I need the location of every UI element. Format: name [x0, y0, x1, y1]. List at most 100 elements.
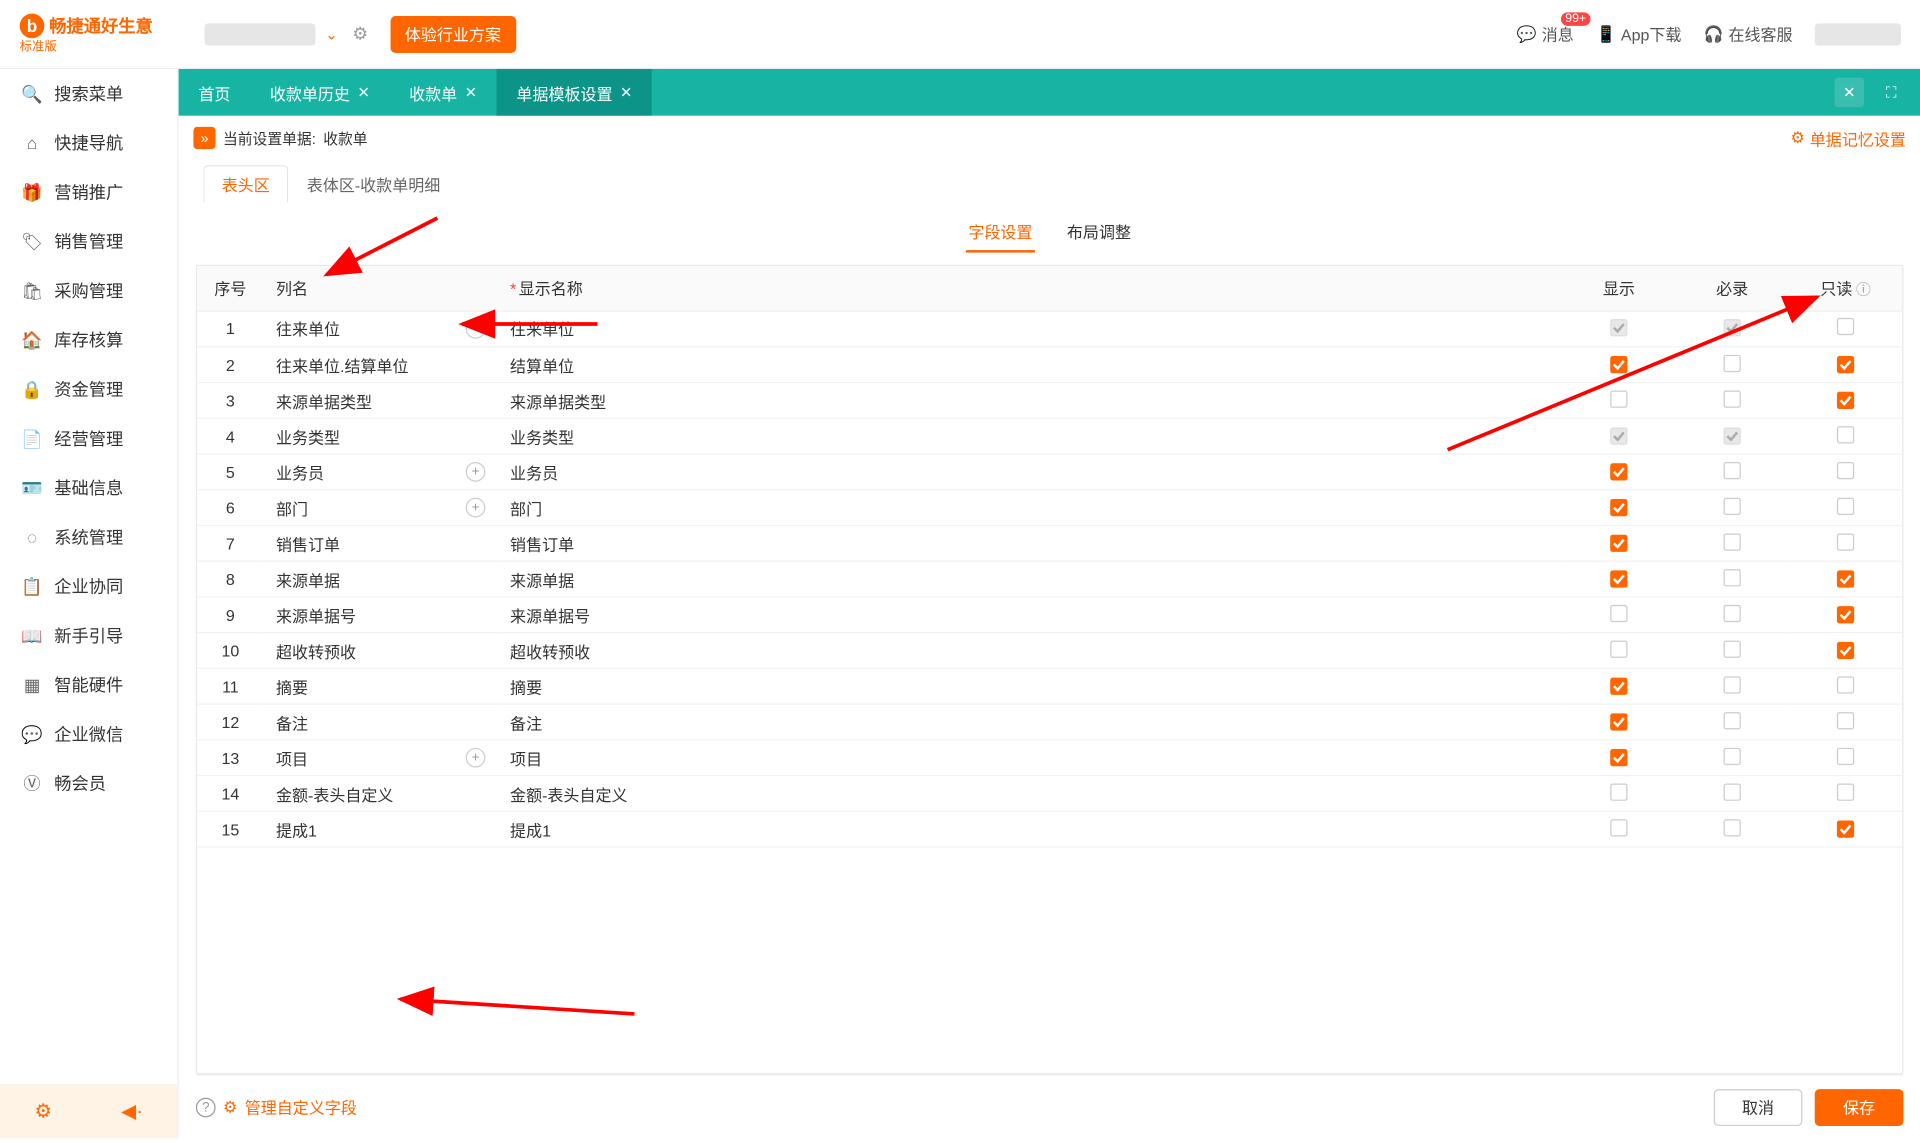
sidebar-item-11[interactable]: 📖新手引导 — [0, 611, 177, 660]
checkbox[interactable] — [1610, 783, 1627, 800]
checkbox[interactable] — [1724, 390, 1741, 407]
checkbox[interactable] — [1724, 354, 1741, 371]
manage-custom-fields-link[interactable]: 管理自定义字段 — [245, 1095, 357, 1118]
close-icon[interactable]: ✕ — [620, 84, 632, 101]
user-name-redacted[interactable] — [1815, 23, 1901, 45]
close-all-tabs-icon[interactable]: ✕ — [1834, 78, 1864, 108]
sidebar-item-4[interactable]: 🛍采购管理 — [0, 266, 177, 315]
checkbox[interactable] — [1610, 534, 1627, 551]
sidebar-item-6[interactable]: 🔒资金管理 — [0, 365, 177, 414]
sidebar-item-5[interactable]: 🏠库存核算 — [0, 315, 177, 364]
cell-display-name[interactable]: 业务员 — [498, 454, 1562, 490]
cell-display-name[interactable]: 来源单据号 — [498, 597, 1562, 633]
add-icon[interactable]: + — [466, 498, 486, 518]
sidebar-item-12[interactable]: ▦智能硬件 — [0, 660, 177, 709]
checkbox[interactable] — [1724, 640, 1741, 657]
checkbox[interactable] — [1724, 783, 1741, 800]
checkbox[interactable] — [1837, 570, 1854, 587]
checkbox[interactable] — [1837, 497, 1854, 514]
sidebar-item-2[interactable]: 🎁营销推广 — [0, 168, 177, 217]
add-icon[interactable]: + — [466, 748, 486, 768]
messages-link[interactable]: 💬 消息 99+ — [1517, 22, 1574, 45]
checkbox[interactable] — [1837, 676, 1854, 693]
sidebar-item-0[interactable]: 🔍搜索菜单 — [0, 69, 177, 118]
checkbox[interactable] — [1724, 819, 1741, 836]
checkbox[interactable] — [1724, 676, 1741, 693]
checkbox[interactable] — [1610, 677, 1627, 694]
sidebar-item-9[interactable]: ◌系统管理 — [0, 513, 177, 562]
cell-display-name[interactable]: 金额-表头自定义 — [498, 776, 1562, 812]
sidebar-item-14[interactable]: Ⓥ畅会员 — [0, 759, 177, 808]
app-download-link[interactable]: 📱 App下载 — [1596, 22, 1681, 45]
checkbox[interactable] — [1837, 783, 1854, 800]
add-icon[interactable]: + — [466, 319, 486, 339]
checkbox[interactable] — [1837, 318, 1854, 335]
memory-settings-link[interactable]: ⚙ 单据记忆设置 — [1791, 126, 1906, 149]
sidebar-item-13[interactable]: 💬企业微信 — [0, 710, 177, 759]
checkbox[interactable] — [1837, 355, 1854, 372]
help-icon[interactable]: ? — [196, 1097, 216, 1117]
help-icon[interactable]: ⓘ — [1856, 281, 1871, 298]
account-selector[interactable]: ⌄ — [205, 23, 338, 45]
collapse-icon[interactable]: ◀· — [121, 1099, 143, 1124]
close-icon[interactable]: ✕ — [465, 84, 477, 101]
checkbox[interactable] — [1610, 640, 1627, 657]
checkbox[interactable] — [1837, 711, 1854, 728]
checkbox[interactable] — [1837, 606, 1854, 623]
checkbox[interactable] — [1610, 570, 1627, 587]
checkbox[interactable] — [1837, 820, 1854, 837]
checkbox[interactable] — [1610, 604, 1627, 621]
sidebar-item-10[interactable]: 📋企业协同 — [0, 562, 177, 611]
area-tab-1[interactable]: 表体区-收款单明细 — [288, 165, 458, 202]
try-plan-button[interactable]: 体验行业方案 — [390, 15, 516, 52]
checkbox[interactable] — [1724, 497, 1741, 514]
cell-display-name[interactable]: 业务类型 — [498, 418, 1562, 454]
checkbox[interactable] — [1724, 533, 1741, 550]
cell-display-name[interactable]: 结算单位 — [498, 347, 1562, 383]
sub-tab-1[interactable]: 布局调整 — [1064, 212, 1133, 253]
checkbox[interactable] — [1724, 747, 1741, 764]
sub-tab-0[interactable]: 字段设置 — [966, 212, 1035, 253]
tab-0[interactable]: 首页 — [179, 69, 250, 116]
checkbox[interactable] — [1610, 463, 1627, 480]
checkbox[interactable] — [1837, 533, 1854, 550]
cell-display-name[interactable]: 备注 — [498, 704, 1562, 740]
expand-panel-icon[interactable]: » — [193, 127, 215, 149]
tab-1[interactable]: 收款单历史✕ — [250, 69, 389, 116]
cell-display-name[interactable]: 提成1 — [498, 811, 1562, 847]
cell-display-name[interactable]: 往来单位 — [498, 311, 1562, 347]
sidebar-item-3[interactable]: 🏷销售管理 — [0, 217, 177, 266]
checkbox[interactable] — [1837, 426, 1854, 443]
add-icon[interactable]: + — [466, 462, 486, 482]
cell-display-name[interactable]: 超收转预收 — [498, 633, 1562, 669]
account-settings-icon[interactable]: ⚙ — [352, 23, 367, 44]
support-link[interactable]: 🎧 在线客服 — [1704, 22, 1793, 45]
checkbox[interactable] — [1724, 711, 1741, 728]
sidebar-item-8[interactable]: 🪪基础信息 — [0, 463, 177, 512]
cell-display-name[interactable]: 摘要 — [498, 668, 1562, 704]
checkbox[interactable] — [1610, 390, 1627, 407]
checkbox[interactable] — [1724, 604, 1741, 621]
cell-display-name[interactable]: 项目 — [498, 740, 1562, 776]
checkbox[interactable] — [1837, 391, 1854, 408]
settings-icon[interactable]: ⚙ — [34, 1099, 52, 1124]
checkbox[interactable] — [1724, 461, 1741, 478]
tab-2[interactable]: 收款单✕ — [389, 69, 496, 116]
checkbox[interactable] — [1610, 355, 1627, 372]
tab-3[interactable]: 单据模板设置✕ — [497, 69, 652, 116]
checkbox[interactable] — [1724, 569, 1741, 586]
cell-display-name[interactable]: 部门 — [498, 490, 1562, 526]
cell-display-name[interactable]: 来源单据类型 — [498, 383, 1562, 419]
checkbox[interactable] — [1610, 819, 1627, 836]
save-button[interactable]: 保存 — [1815, 1088, 1904, 1125]
sidebar-item-7[interactable]: 📄经营管理 — [0, 414, 177, 463]
area-tab-0[interactable]: 表头区 — [203, 165, 288, 202]
cancel-button[interactable]: 取消 — [1714, 1088, 1803, 1125]
checkbox[interactable] — [1837, 461, 1854, 478]
cell-display-name[interactable]: 来源单据 — [498, 561, 1562, 597]
checkbox[interactable] — [1610, 498, 1627, 515]
checkbox[interactable] — [1837, 747, 1854, 764]
close-icon[interactable]: ✕ — [357, 84, 369, 101]
checkbox[interactable] — [1610, 748, 1627, 765]
checkbox[interactable] — [1610, 713, 1627, 730]
